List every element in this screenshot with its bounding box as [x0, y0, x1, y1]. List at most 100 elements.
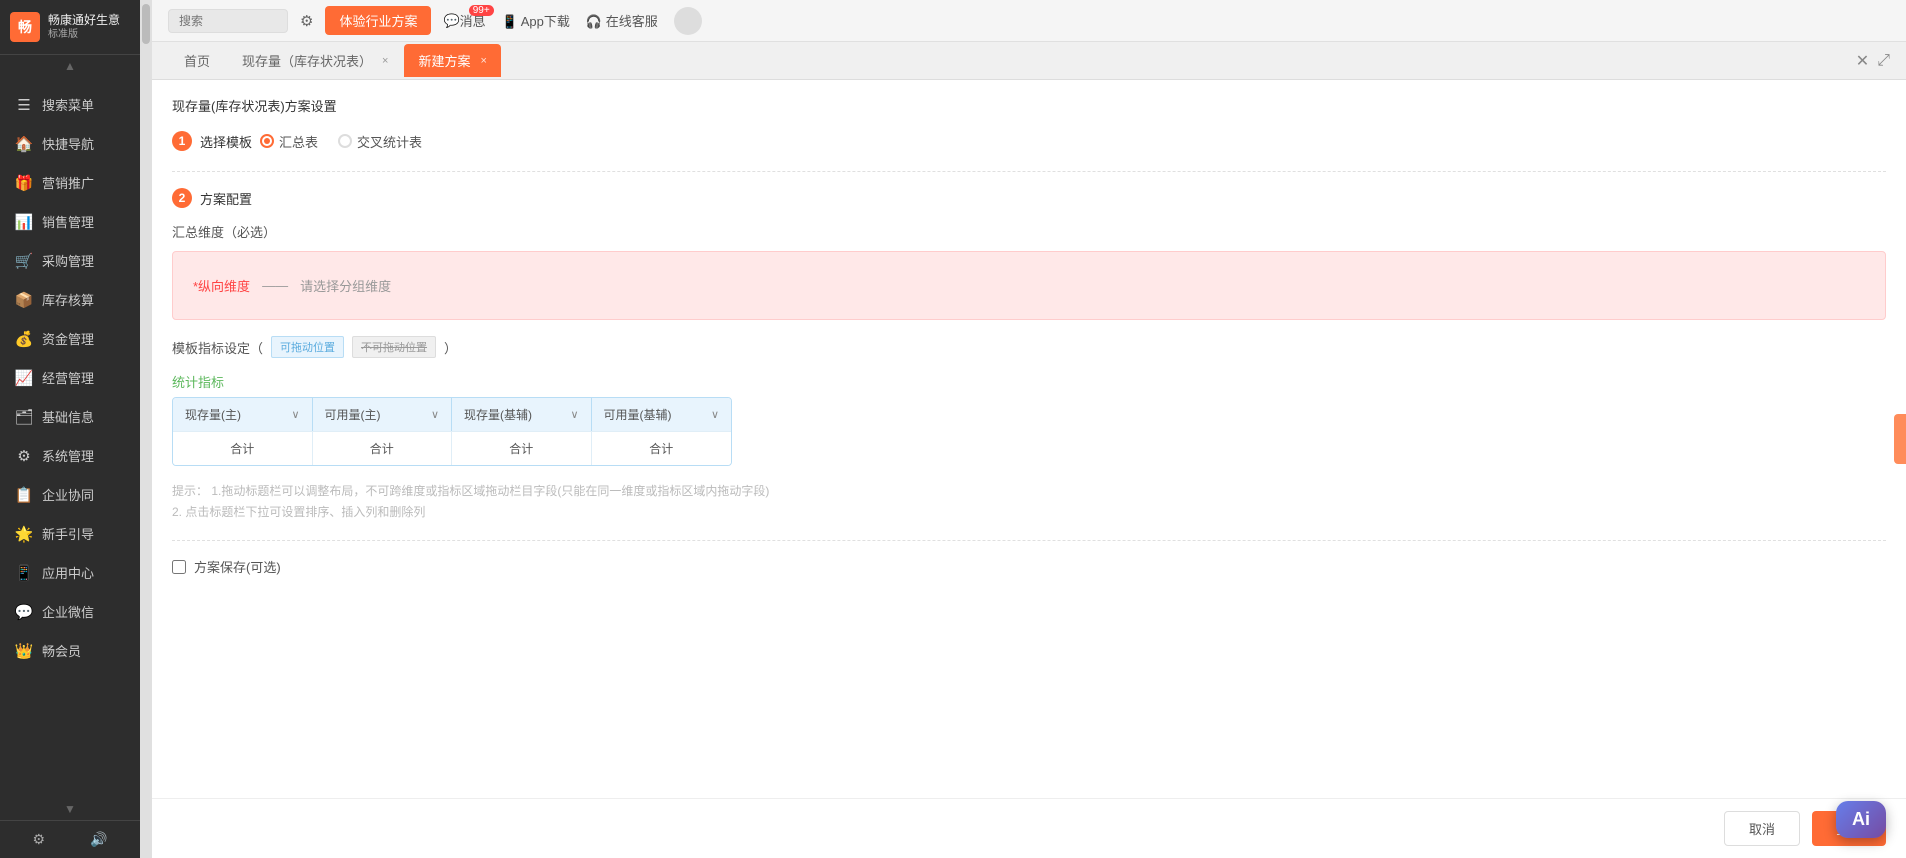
sidebar-item-inventory[interactable]: 📦库存核算: [0, 280, 140, 319]
operations-label: 经营管理: [42, 368, 94, 387]
stat-header-cell: 可用量(基辅)∨: [592, 398, 732, 431]
sidebar-item-app-center[interactable]: 📱 应用中心: [0, 553, 140, 592]
app-center-label: 应用中心: [42, 563, 94, 582]
marketing-label: 营销推广: [42, 173, 94, 192]
tab-new-plan[interactable]: 新建方案 ×: [404, 44, 500, 77]
brand-logo: 畅: [10, 12, 40, 42]
tab-inventory-status[interactable]: 现存量（库存状况表） ×: [226, 42, 404, 79]
inventory-label: 库存核算: [42, 290, 94, 309]
tab-home[interactable]: 首页: [168, 42, 226, 79]
dimension-dash: ——: [262, 278, 288, 293]
tab-inventory-label: 现存量（库存状况表）: [242, 51, 372, 70]
operations-icon: 📈: [14, 369, 34, 387]
dropdown-arrow[interactable]: ∨: [431, 408, 439, 421]
industry-button[interactable]: 体验行业方案: [325, 6, 431, 35]
settings-button[interactable]: ⚙: [300, 12, 313, 30]
radio-cross[interactable]: 交叉统计表: [338, 132, 422, 151]
cancel-button[interactable]: 取消: [1724, 811, 1800, 846]
dimension-area: *纵向维度 —— 请选择分组维度: [172, 251, 1886, 320]
step1-badge: 1: [172, 131, 192, 151]
tips-section: 提示： 1.拖动标题栏可以调整布局，不可跨维度或指标区域拖动栏目字段(只能在同一…: [172, 482, 1886, 520]
avatar[interactable]: [674, 7, 702, 35]
purchase-label: 采购管理: [42, 251, 94, 270]
marketing-icon: 🎁: [14, 174, 34, 192]
tab-expand-button[interactable]: ⤢: [1877, 52, 1890, 70]
sidebar-item-member[interactable]: 👑畅会员: [0, 631, 140, 670]
indicator-settings: 模板指标设定（ 可拖动位置 不可拖动位置 ）: [172, 336, 1886, 358]
dropdown-arrow[interactable]: ∨: [570, 408, 578, 421]
stat-cell: 合计: [313, 432, 453, 465]
sidebar-scroll-up[interactable]: ▲: [0, 55, 140, 77]
search-input[interactable]: [168, 9, 288, 33]
stat-cell: 合计: [592, 432, 732, 465]
search-menu-icon: ☰: [14, 96, 34, 114]
sidebar-item-newcomer[interactable]: 🌟新手引导: [0, 514, 140, 553]
online-service[interactable]: 🎧 在线客服: [586, 11, 658, 30]
corp-label: 企业协同: [42, 485, 94, 504]
quick-nav-label: 快捷导航: [42, 134, 94, 153]
sidebar-item-quick-nav[interactable]: 🏠快捷导航: [0, 124, 140, 163]
messages-wrap[interactable]: 💬 消息 99+: [443, 11, 485, 30]
radio-summary-label: 汇总表: [279, 132, 318, 151]
dropdown-arrow[interactable]: ∨: [291, 408, 299, 421]
sidebar-item-marketing[interactable]: 🎁 营销推广: [0, 163, 140, 202]
aggregation-label: 汇总维度（必选）: [172, 222, 1886, 241]
tab-inventory-close[interactable]: ×: [382, 55, 388, 67]
sidebar-scroll-down[interactable]: ▼: [0, 798, 140, 820]
ai-fab-button[interactable]: Ai: [1836, 801, 1886, 838]
sidebar-item-system[interactable]: ⚙ 系统管理: [0, 436, 140, 475]
settings-icon[interactable]: ⚙: [33, 831, 46, 848]
sidebar-nav: ☰ 搜索菜单 🏠快捷导航 🎁 营销推广 📊销售管理 🛒 采购管理 📦库存核算💰资金管理 📈 经营管理…: [0, 77, 140, 798]
sidebar-item-basic-info[interactable]: 🗂 基础信息: [0, 397, 140, 436]
basic-info-icon: 🗂: [14, 408, 34, 426]
save-checkbox[interactable]: [172, 560, 186, 574]
search-menu-label: 搜索菜单: [42, 95, 94, 114]
tab-new-plan-close[interactable]: ×: [480, 55, 486, 67]
sales-label: 销售管理: [42, 212, 94, 231]
tab-home-label: 首页: [184, 51, 210, 70]
sidebar-scrollbar[interactable]: [140, 0, 152, 858]
sidebar-item-search-menu[interactable]: ☰ 搜索菜单: [0, 85, 140, 124]
step2-section: 2 方案配置 汇总维度（必选） *纵向维度 —— 请选择分组维度 模板指标设定（…: [172, 188, 1886, 520]
draggable-badge: 可拖动位置: [271, 336, 344, 358]
stats-table-header: 现存量(主)∨可用量(主)∨现存量(基辅)∨可用量(基辅)∨: [173, 398, 731, 431]
app-download[interactable]: 📱 App下载: [502, 11, 570, 30]
sidebar-item-wechat[interactable]: 💬 企业微信: [0, 592, 140, 631]
basic-info-label: 基础信息: [42, 407, 94, 426]
radio-summary-circle: [260, 134, 274, 148]
step2-title: 方案配置: [200, 189, 252, 208]
tab-close-all-button[interactable]: ✕: [1856, 51, 1869, 71]
stat-cell: 合计: [452, 432, 592, 465]
system-label: 系统管理: [42, 446, 94, 465]
sidebar: 畅 畅康通好生意 标准版 ▲ ☰搜索菜单🏠快捷导航🎁营销推广📊销售管理🛒采购管理…: [0, 0, 140, 858]
right-edge-handle[interactable]: [1894, 414, 1906, 464]
save-section: 方案保存(可选): [172, 557, 1886, 576]
sidebar-item-finance[interactable]: 💰资金管理: [0, 319, 140, 358]
sidebar-item-purchase[interactable]: 🛒 采购管理: [0, 241, 140, 280]
dropdown-arrow[interactable]: ∨: [711, 408, 719, 421]
dimension-hint[interactable]: 请选择分组维度: [300, 276, 391, 295]
wechat-label: 企业微信: [42, 602, 94, 621]
radio-cross-circle: [338, 134, 352, 148]
page-title: 现存量(库存状况表)方案设置: [172, 96, 1886, 115]
wechat-icon: 💬: [14, 603, 34, 621]
radio-cross-label: 交叉统计表: [357, 132, 422, 151]
purchase-icon: 🛒: [14, 252, 34, 270]
app-center-icon: 📱: [14, 564, 34, 582]
radio-summary[interactable]: 汇总表: [260, 132, 318, 151]
sidebar-item-corp[interactable]: 📋企业协同: [0, 475, 140, 514]
scroll-thumb: [142, 4, 150, 44]
member-label: 畅会员: [42, 641, 81, 660]
message-icon: 💬: [443, 13, 459, 29]
sidebar-item-operations[interactable]: 📈 经营管理: [0, 358, 140, 397]
save-label: 方案保存(可选): [194, 557, 281, 576]
sidebar-item-sales[interactable]: 📊销售管理: [0, 202, 140, 241]
step1-title: 选择模板: [200, 132, 252, 151]
stats-table-row: 合计合计合计合计: [173, 431, 731, 465]
tabs-right-controls: ✕ ⤢: [1856, 51, 1890, 71]
template-radio-group: 汇总表 交叉统计表: [260, 132, 422, 151]
tip-label: 提示：: [172, 484, 208, 498]
audio-icon[interactable]: 🔊: [90, 831, 107, 848]
system-icon: ⚙: [14, 447, 34, 465]
stat-cell: 合计: [173, 432, 313, 465]
